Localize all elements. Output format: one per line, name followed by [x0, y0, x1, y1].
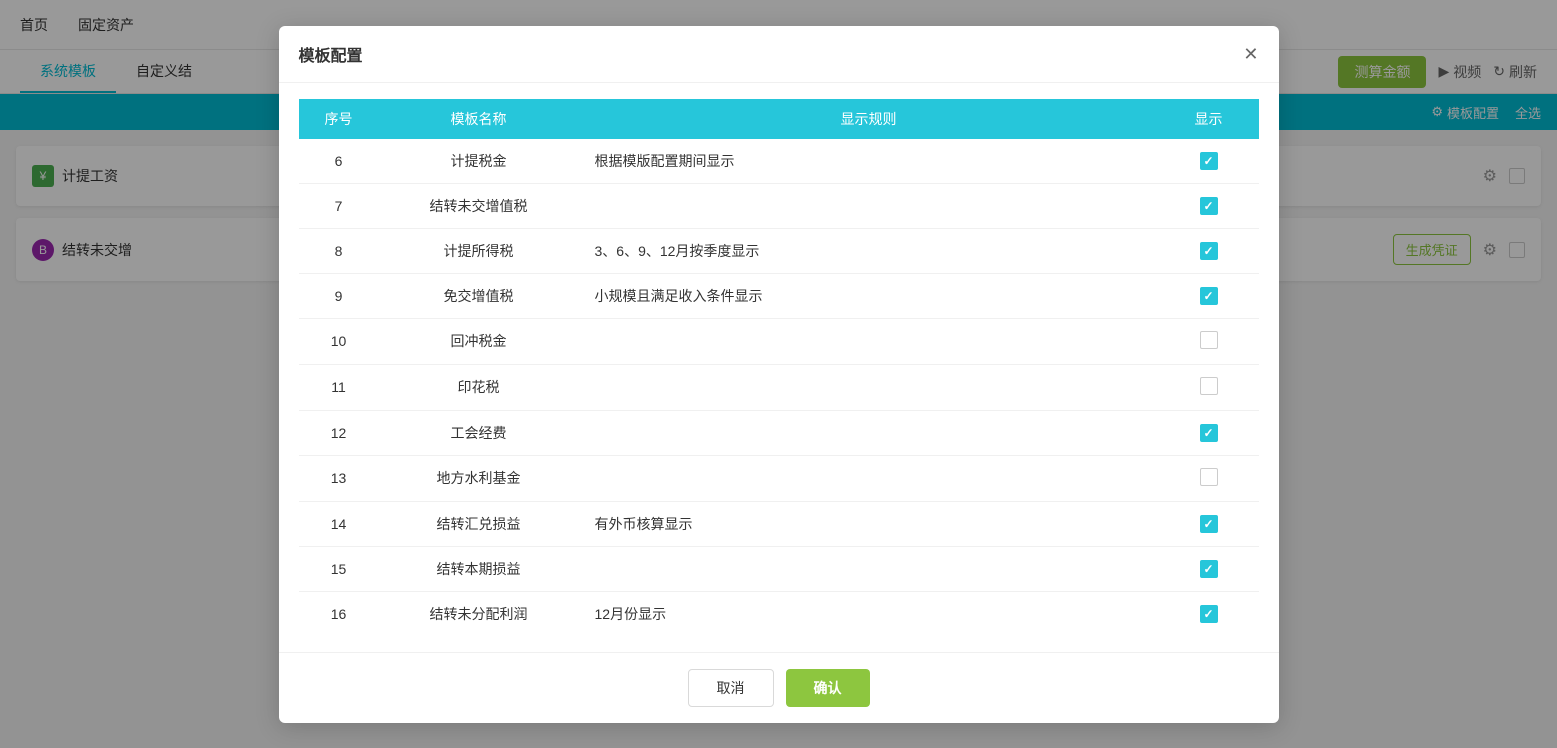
cell-check [1159, 501, 1259, 546]
cell-check [1159, 364, 1259, 410]
cell-name: 结转未分配利润 [379, 591, 579, 636]
cell-rule [579, 410, 1159, 455]
table-row: 16结转未分配利润12月份显示 [299, 591, 1259, 636]
row-checkbox-12[interactable] [1200, 424, 1218, 442]
col-header-display: 显示 [1159, 99, 1259, 139]
cell-id: 9 [299, 273, 379, 318]
cell-check [1159, 183, 1259, 228]
cell-name: 工会经费 [379, 410, 579, 455]
modal-close-button[interactable]: ✕ [1243, 45, 1258, 63]
cell-id: 6 [299, 139, 379, 184]
cell-name: 回冲税金 [379, 318, 579, 364]
cell-rule [579, 318, 1159, 364]
cell-id: 13 [299, 455, 379, 501]
cell-rule: 有外币核算显示 [579, 501, 1159, 546]
table-row: 15结转本期损益 [299, 546, 1259, 591]
cell-rule: 12月份显示 [579, 591, 1159, 636]
cell-check [1159, 591, 1259, 636]
table-header-row: 序号 模板名称 显示规则 显示 [299, 99, 1259, 139]
cell-name: 免交增值税 [379, 273, 579, 318]
cell-check [1159, 455, 1259, 501]
modal-overlay: 模板配置 ✕ 序号 模板名称 显示规则 显示 6计提税金根据模版配置期间显示7结… [0, 0, 1557, 748]
cell-id: 10 [299, 318, 379, 364]
cell-check [1159, 273, 1259, 318]
row-checkbox-8[interactable] [1200, 242, 1218, 260]
col-header-rule: 显示规则 [579, 99, 1159, 139]
row-checkbox-6[interactable] [1200, 152, 1218, 170]
row-checkbox-10[interactable] [1200, 331, 1218, 349]
cell-rule: 根据模版配置期间显示 [579, 139, 1159, 184]
table-row: 10回冲税金 [299, 318, 1259, 364]
row-checkbox-13[interactable] [1200, 468, 1218, 486]
modal-title: 模板配置 [299, 42, 363, 66]
cell-id: 14 [299, 501, 379, 546]
config-table: 序号 模板名称 显示规则 显示 6计提税金根据模版配置期间显示7结转未交增值税8… [299, 99, 1259, 636]
col-header-id: 序号 [299, 99, 379, 139]
table-row: 7结转未交增值税 [299, 183, 1259, 228]
cell-rule [579, 364, 1159, 410]
row-checkbox-11[interactable] [1200, 377, 1218, 395]
modal-header: 模板配置 ✕ [279, 26, 1279, 83]
confirm-button[interactable]: 确认 [786, 669, 870, 707]
table-row: 11印花税 [299, 364, 1259, 410]
cell-name: 结转本期损益 [379, 546, 579, 591]
cell-check [1159, 318, 1259, 364]
cell-id: 15 [299, 546, 379, 591]
cell-name: 地方水利基金 [379, 455, 579, 501]
table-row: 8计提所得税3、6、9、12月按季度显示 [299, 228, 1259, 273]
cell-id: 8 [299, 228, 379, 273]
row-checkbox-9[interactable] [1200, 287, 1218, 305]
table-row: 6计提税金根据模版配置期间显示 [299, 139, 1259, 184]
cell-name: 计提所得税 [379, 228, 579, 273]
row-checkbox-15[interactable] [1200, 560, 1218, 578]
cell-rule [579, 546, 1159, 591]
modal-footer: 取消 确认 [279, 652, 1279, 723]
cell-rule: 3、6、9、12月按季度显示 [579, 228, 1159, 273]
cell-check [1159, 139, 1259, 184]
cell-rule [579, 183, 1159, 228]
cell-name: 计提税金 [379, 139, 579, 184]
cell-id: 7 [299, 183, 379, 228]
table-row: 14结转汇兑损益有外币核算显示 [299, 501, 1259, 546]
cell-rule [579, 455, 1159, 501]
row-checkbox-7[interactable] [1200, 197, 1218, 215]
cancel-button[interactable]: 取消 [688, 669, 774, 707]
table-row: 13地方水利基金 [299, 455, 1259, 501]
cell-id: 11 [299, 364, 379, 410]
cell-id: 16 [299, 591, 379, 636]
row-checkbox-16[interactable] [1200, 605, 1218, 623]
table-row: 12工会经费 [299, 410, 1259, 455]
cell-name: 印花税 [379, 364, 579, 410]
cell-rule: 小规模且满足收入条件显示 [579, 273, 1159, 318]
row-checkbox-14[interactable] [1200, 515, 1218, 533]
cell-check [1159, 546, 1259, 591]
cell-check [1159, 228, 1259, 273]
cell-id: 12 [299, 410, 379, 455]
cell-check [1159, 410, 1259, 455]
cell-name: 结转汇兑损益 [379, 501, 579, 546]
cell-name: 结转未交增值税 [379, 183, 579, 228]
table-row: 9免交增值税小规模且满足收入条件显示 [299, 273, 1259, 318]
col-header-name: 模板名称 [379, 99, 579, 139]
modal-template-config: 模板配置 ✕ 序号 模板名称 显示规则 显示 6计提税金根据模版配置期间显示7结… [279, 26, 1279, 723]
modal-body: 序号 模板名称 显示规则 显示 6计提税金根据模版配置期间显示7结转未交增值税8… [279, 83, 1279, 652]
